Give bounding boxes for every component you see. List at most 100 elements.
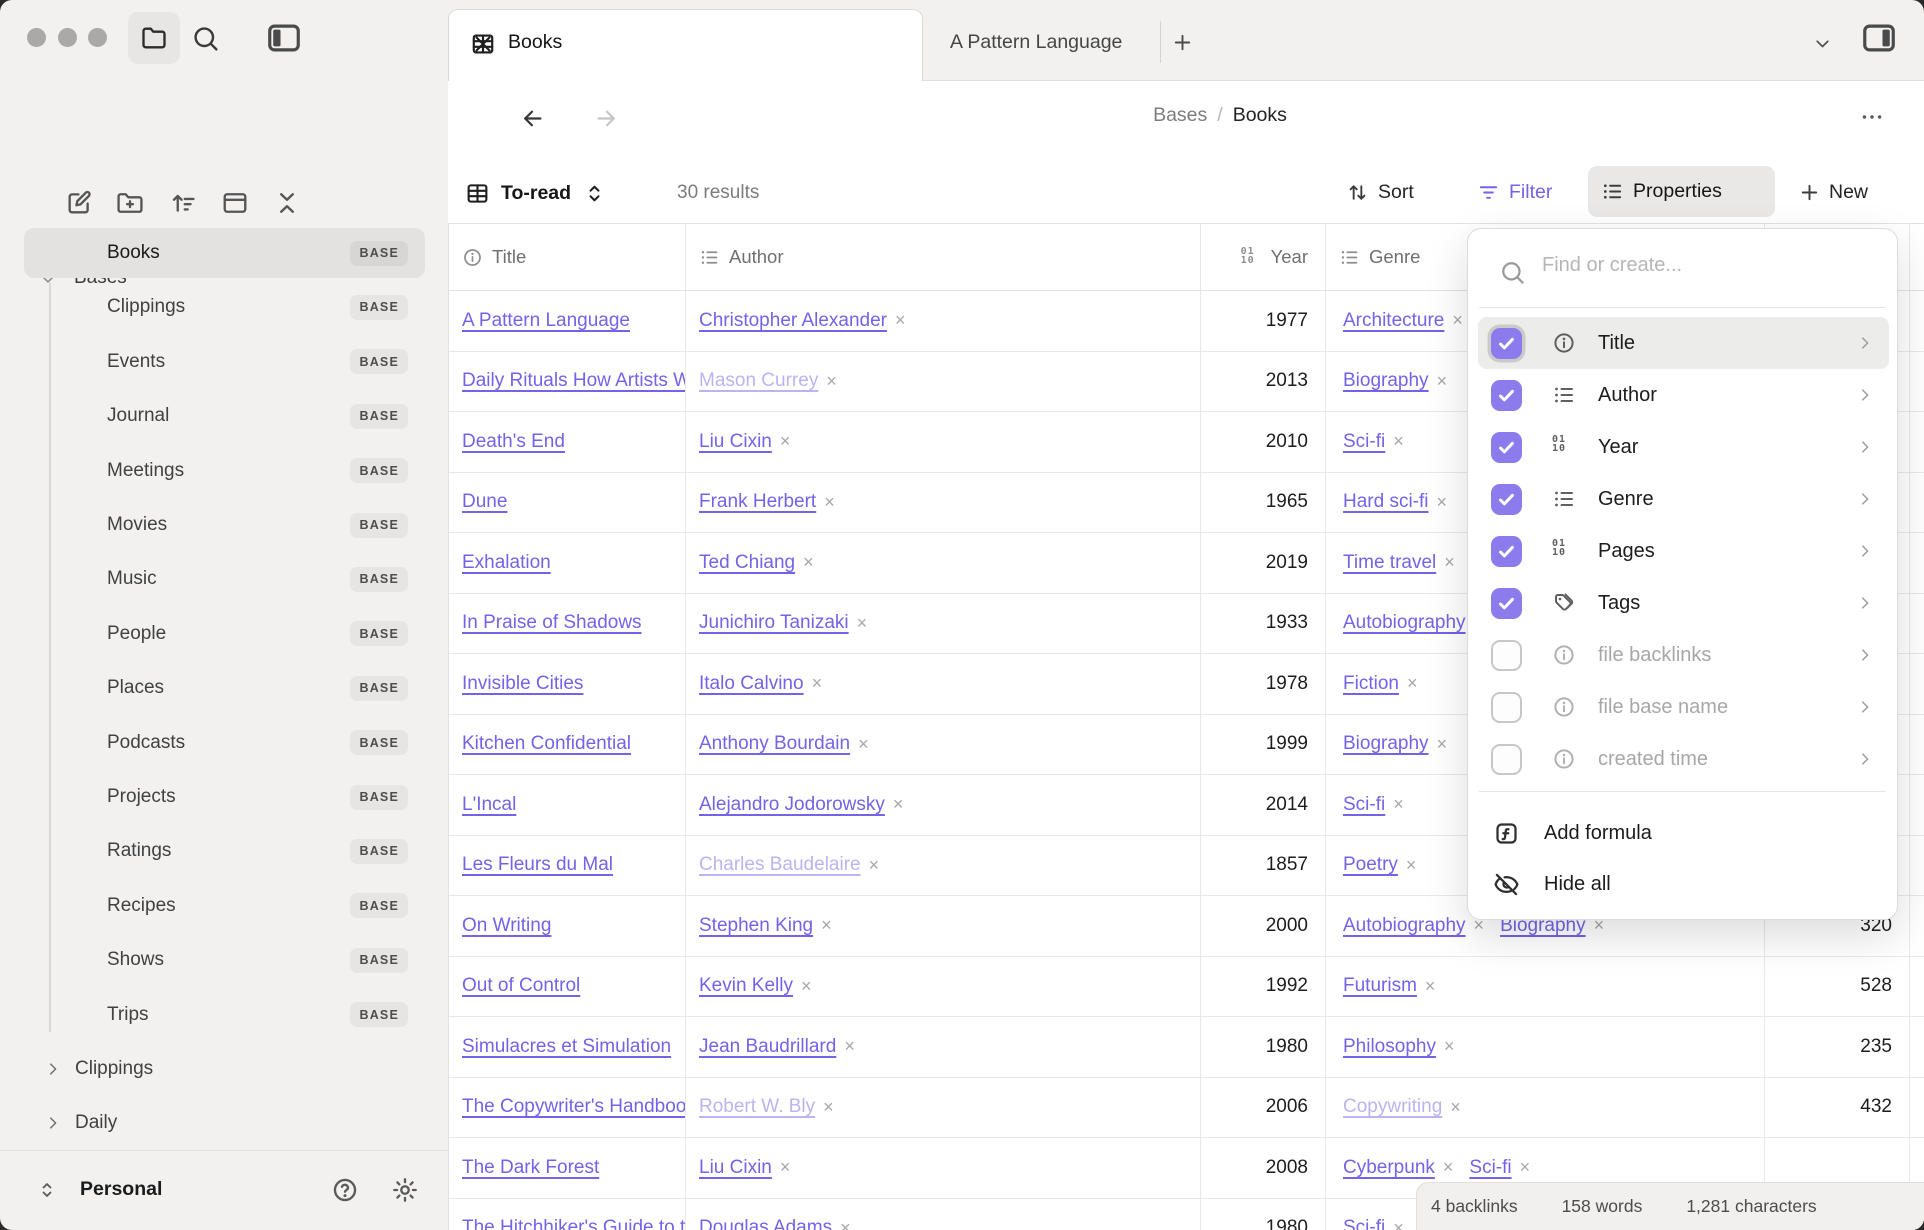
remove-link-icon[interactable]: × (1437, 492, 1448, 513)
close-icon[interactable] (470, 31, 496, 57)
author-link[interactable]: Mason Currey (699, 370, 818, 392)
remove-link-icon[interactable]: × (1520, 1157, 1531, 1178)
sidebar-item-projects[interactable]: Projects BASE (24, 772, 425, 822)
genre-link[interactable]: Sci-fi (1343, 1217, 1385, 1230)
author-link[interactable]: Alejandro Jodorowsky (699, 794, 885, 816)
title-link[interactable]: Invisible Cities (462, 673, 583, 695)
window-close-button[interactable] (27, 28, 46, 47)
title-link[interactable]: Death's End (462, 431, 565, 453)
chevron-right-icon[interactable] (1856, 490, 1874, 508)
cell-author[interactable]: Robert W. Bly × (686, 1077, 1201, 1137)
toggle-left-sidebar-button[interactable] (260, 16, 308, 60)
cell-tags[interactable] (1910, 715, 1924, 775)
sidebar-item-places[interactable]: Places BASE (24, 663, 425, 713)
sidebar-item-shows[interactable]: Shows BASE (24, 935, 425, 985)
column-header-title[interactable]: Title (449, 224, 686, 290)
cell-tags[interactable] (1910, 473, 1924, 533)
cell-title[interactable]: Daily Rituals How Artists Work (449, 351, 686, 411)
cell-year[interactable]: 1857 (1201, 835, 1326, 895)
genre-link[interactable]: Philosophy (1343, 1036, 1436, 1058)
cell-title[interactable]: Les Fleurs du Mal (449, 835, 686, 895)
genre-link[interactable]: Autobiography (1343, 915, 1466, 937)
sort-order-button[interactable] (161, 181, 205, 225)
cell-author[interactable]: Charles Baudelaire × (686, 835, 1201, 895)
vault-name[interactable]: Personal (80, 1178, 162, 1201)
cell-tags[interactable] (1910, 896, 1924, 956)
remove-link-icon[interactable]: × (1406, 855, 1417, 876)
cell-year[interactable]: 1977 (1201, 291, 1326, 351)
cell-title[interactable]: Death's End (449, 412, 686, 472)
new-note-button[interactable] (57, 181, 101, 225)
sidebar-item-recipes[interactable]: Recipes BASE (24, 881, 425, 931)
cell-year[interactable]: 1978 (1201, 654, 1326, 714)
genre-link[interactable]: Architecture (1343, 310, 1444, 332)
title-link[interactable]: Out of Control (462, 975, 580, 997)
property-item-pages[interactable]: 01 10 Pages (1478, 525, 1889, 577)
cell-title[interactable]: Simulacres et Simulation (449, 1017, 686, 1077)
author-link[interactable]: Douglas Adams (699, 1217, 832, 1230)
title-link[interactable]: Exhalation (462, 552, 551, 574)
cell-author[interactable]: Anthony Bourdain × (686, 714, 1201, 774)
sidebar-item-books[interactable]: Books BASE (24, 228, 425, 278)
genre-link[interactable]: Biography (1343, 733, 1429, 755)
cell-title[interactable]: The Dark Forest (449, 1138, 686, 1198)
title-link[interactable]: A Pattern Language (462, 310, 630, 332)
cell-year[interactable]: 1965 (1201, 472, 1326, 532)
cell-year[interactable]: 2013 (1201, 351, 1326, 411)
author-link[interactable]: Kevin Kelly (699, 975, 793, 997)
genre-link[interactable]: Fiction (1343, 673, 1399, 695)
remove-link-icon[interactable]: × (801, 976, 812, 997)
remove-link-icon[interactable]: × (1393, 794, 1404, 815)
cell-tags[interactable] (1910, 1078, 1924, 1138)
author-link[interactable]: Anthony Bourdain (699, 733, 850, 755)
cell-pages[interactable]: 432 (1765, 1077, 1910, 1137)
table-row[interactable]: Out of Control Kevin Kelly × 1992 Futurism × 5… (449, 956, 1924, 1017)
tab-a-pattern-language[interactable]: A Pattern Language (923, 9, 1160, 75)
property-checkbox[interactable] (1491, 743, 1522, 775)
genre-link[interactable]: Autobiography (1343, 612, 1466, 634)
cell-tags[interactable] (1910, 957, 1924, 1017)
author-link[interactable]: Ted Chiang (699, 552, 795, 574)
remove-link-icon[interactable]: × (1437, 371, 1448, 392)
genre-link[interactable]: Time travel (1343, 552, 1436, 574)
chevron-right-icon[interactable] (1856, 698, 1874, 716)
author-link[interactable]: Liu Cixin (699, 431, 772, 453)
genre-link[interactable]: Sci-fi (1343, 794, 1385, 816)
vault-browser-button[interactable] (128, 12, 180, 64)
author-link[interactable]: Liu Cixin (699, 1157, 772, 1179)
cell-tags[interactable] (1910, 412, 1924, 472)
sidebar-item-events[interactable]: Events BASE (24, 337, 425, 387)
title-link[interactable]: Simulacres et Simulation (462, 1036, 671, 1058)
remove-link-icon[interactable]: × (840, 1218, 851, 1230)
help-button[interactable] (325, 1170, 365, 1210)
remove-link-icon[interactable]: × (826, 371, 837, 392)
remove-link-icon[interactable]: × (893, 794, 904, 815)
cell-tags[interactable] (1910, 533, 1924, 593)
cell-year[interactable]: 1992 (1201, 956, 1326, 1016)
sidebar-item-meetings[interactable]: Meetings BASE (24, 446, 425, 496)
column-header-author[interactable]: Author (686, 224, 1201, 290)
remove-link-icon[interactable]: × (1393, 431, 1404, 452)
genre-link[interactable]: Sci-fi (1469, 1157, 1511, 1179)
cell-title[interactable]: Out of Control (449, 956, 686, 1016)
chevron-right-icon[interactable] (1856, 594, 1874, 612)
property-checkbox[interactable] (1491, 691, 1522, 723)
title-link[interactable]: The Dark Forest (462, 1157, 599, 1179)
cell-year[interactable]: 1999 (1201, 714, 1326, 774)
author-link[interactable]: Stephen King (699, 915, 813, 937)
chevron-right-icon[interactable] (1856, 438, 1874, 456)
more-options-button[interactable] (1846, 96, 1898, 138)
cell-year[interactable]: 2000 (1201, 896, 1326, 956)
property-checkbox[interactable] (1491, 639, 1522, 671)
cell-year[interactable]: 2014 (1201, 775, 1326, 835)
cell-year[interactable]: 2019 (1201, 533, 1326, 593)
remove-link-icon[interactable]: × (869, 855, 880, 876)
cell-year[interactable]: 1980 (1201, 1198, 1326, 1230)
author-link[interactable]: Charles Baudelaire (699, 854, 861, 876)
cell-title[interactable]: Invisible Cities (449, 654, 686, 714)
property-checkbox[interactable] (1491, 483, 1522, 515)
remove-link-icon[interactable]: × (895, 310, 906, 331)
new-entry-button[interactable]: New (1798, 167, 1868, 218)
remove-link-icon[interactable]: × (1407, 673, 1418, 694)
cell-year[interactable]: 1933 (1201, 593, 1326, 653)
